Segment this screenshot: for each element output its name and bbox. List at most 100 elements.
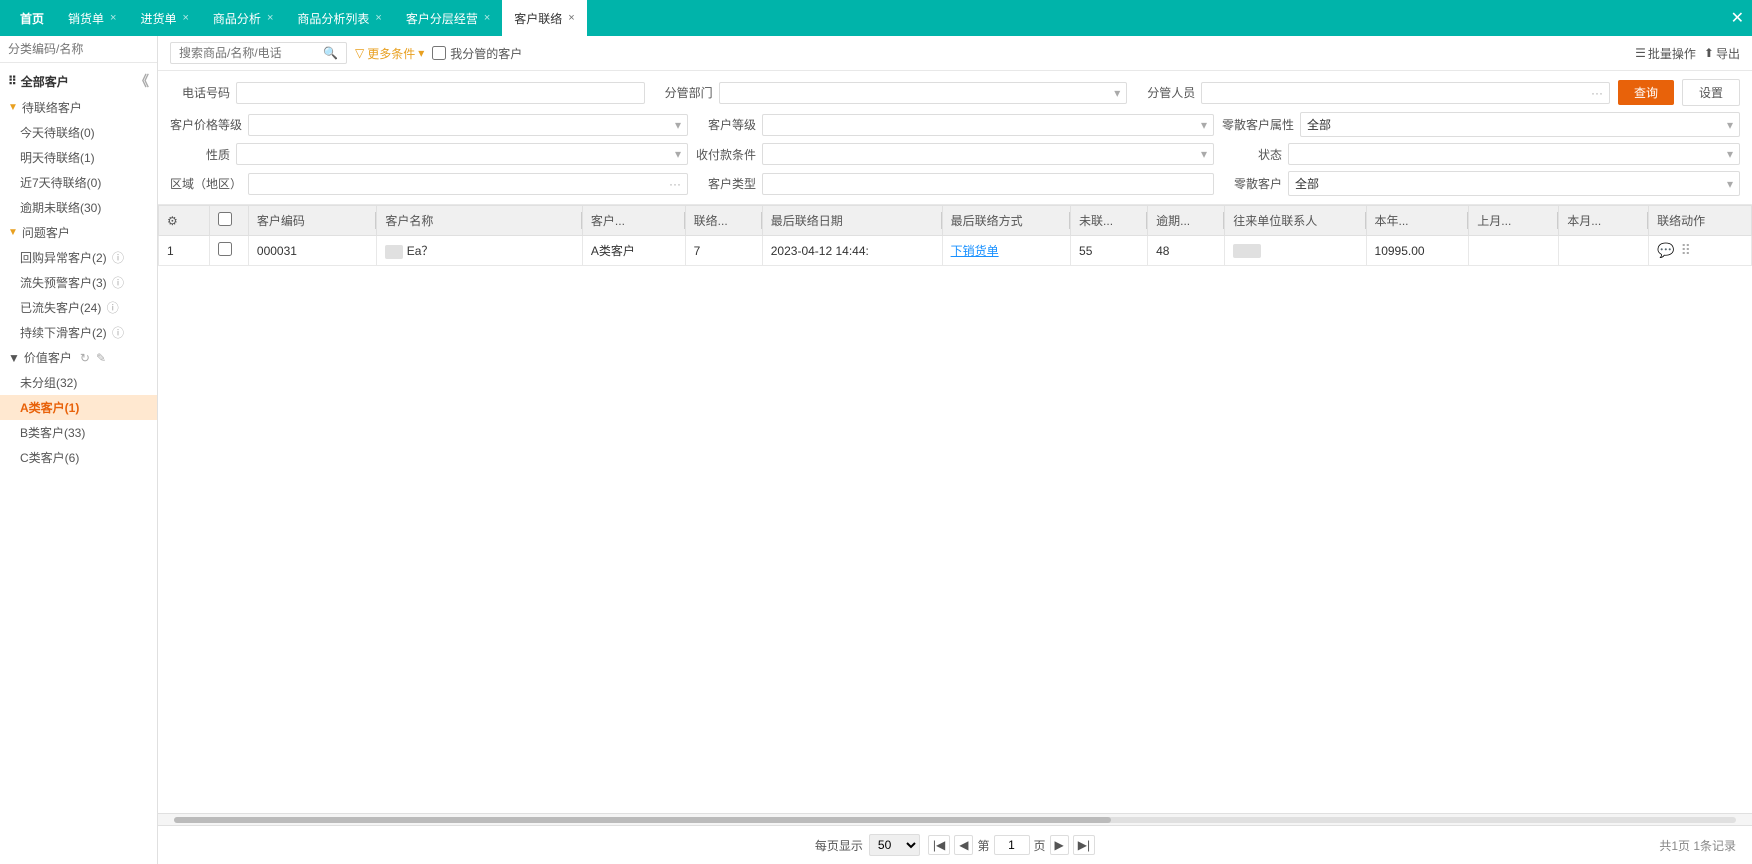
close-sales-tab[interactable]: × bbox=[110, 12, 116, 24]
query-button[interactable]: 查询 bbox=[1618, 80, 1674, 105]
region-select[interactable]: ··· bbox=[248, 173, 688, 195]
table-settings-icon[interactable]: ⚙ bbox=[167, 214, 178, 228]
sidebar-item-tomorrow-pending[interactable]: 明天待联络(1) bbox=[0, 145, 157, 170]
tab-customer-contact[interactable]: 客户联络 × bbox=[502, 0, 586, 36]
price-level-select[interactable]: ▾ bbox=[248, 114, 688, 136]
cell-checkbox bbox=[210, 236, 249, 266]
customer-level-select[interactable]: ▾ bbox=[762, 114, 1214, 136]
main-layout: 🔍 ⠿ 全部客户 《 ▼ 待联络客户 今天待联络(0) 明天待联络(1) 近7天… bbox=[0, 36, 1752, 864]
cell-overdue: 48 bbox=[1148, 236, 1225, 266]
per-page-control: 每页显示 50 100 200 bbox=[815, 834, 920, 856]
phone-input[interactable] bbox=[236, 82, 645, 104]
close-customer-contact-tab[interactable]: × bbox=[568, 12, 574, 24]
retail-customer-select[interactable]: 全部▾ bbox=[1288, 171, 1740, 196]
tab-sales[interactable]: 销货单 × bbox=[56, 0, 128, 36]
batch-action-button[interactable]: ☰ 批量操作 bbox=[1635, 45, 1696, 62]
sidebar-item-today-pending[interactable]: 今天待联络(0) bbox=[0, 120, 157, 145]
filter-icon: ▽ bbox=[355, 46, 364, 60]
sidebar-item-churned[interactable]: 已流失客户(24) ⓘ bbox=[0, 295, 157, 320]
edit-icon[interactable]: ✎ bbox=[96, 351, 106, 365]
info-icon: ⓘ bbox=[112, 276, 124, 290]
main-search-input[interactable] bbox=[179, 46, 319, 60]
field-region: 区域（地区） ··· bbox=[170, 173, 688, 195]
cell-index: 1 bbox=[159, 236, 210, 266]
retail-attr-select[interactable]: 全部▾ bbox=[1300, 112, 1740, 137]
sidebar-item-a-class[interactable]: A类客户(1) bbox=[0, 395, 157, 420]
tab-analysis-list[interactable]: 商品分析列表 × bbox=[285, 0, 393, 36]
close-customer-tier-tab[interactable]: × bbox=[484, 12, 490, 24]
page-number-input[interactable] bbox=[994, 835, 1030, 855]
page-suffix-label: 页 bbox=[1034, 837, 1046, 854]
sidebar-item-repurchase-anomaly[interactable]: 回购异常客户(2) ⓘ bbox=[0, 245, 157, 270]
sidebar-item-c-class[interactable]: C类客户(6) bbox=[0, 445, 157, 470]
sidebar-problem-section[interactable]: ▼ 问题客户 bbox=[0, 220, 157, 245]
customer-type-input[interactable] bbox=[762, 173, 1214, 195]
main-search-icon[interactable]: 🔍 bbox=[323, 46, 338, 60]
my-customers-check[interactable] bbox=[432, 46, 446, 60]
select-all-checkbox[interactable] bbox=[218, 212, 232, 226]
nature-label: 性质 bbox=[170, 146, 230, 163]
contact-person-badge bbox=[1233, 244, 1261, 258]
row-checkbox[interactable] bbox=[218, 242, 232, 256]
close-analysis-tab[interactable]: × bbox=[267, 12, 273, 24]
nature-select[interactable]: ▾ bbox=[236, 143, 688, 165]
retail-customer-label: 零散客户 bbox=[1222, 175, 1282, 192]
horizontal-scrollbar bbox=[158, 813, 1752, 825]
sidebar-all-customers[interactable]: ⠿ 全部客户 《 bbox=[0, 63, 157, 95]
field-retail-attr: 零散客户属性 全部▾ bbox=[1222, 112, 1740, 137]
field-dept: 分管部门 ▾ bbox=[653, 82, 1128, 104]
close-window-icon[interactable]: ✕ bbox=[1731, 8, 1744, 28]
field-retail-customer: 零散客户 全部▾ bbox=[1222, 171, 1740, 196]
sidebar-item-ungrouped[interactable]: 未分组(32) bbox=[0, 370, 157, 395]
sidebar-item-overdue-pending[interactable]: 逾期未联络(30) bbox=[0, 195, 157, 220]
scrollbar-thumb[interactable] bbox=[174, 817, 1111, 823]
next-page-button[interactable]: ▶ bbox=[1050, 835, 1069, 855]
prev-page-button[interactable]: ◀ bbox=[954, 835, 973, 855]
first-page-button[interactable]: |◀ bbox=[928, 835, 950, 855]
main-content: 🔍 ▽ 更多条件 ▾ 我分管的客户 ☰ 批量操作 ⬆ 导出 bbox=[158, 36, 1752, 864]
col-no-contact: 未联... bbox=[1071, 206, 1148, 236]
sidebar-search-input[interactable] bbox=[8, 42, 163, 56]
col-last-month: 上月... bbox=[1469, 206, 1559, 236]
sidebar-value-section[interactable]: ▼ 价值客户 ↻ ✎ bbox=[0, 345, 157, 370]
cell-last-method[interactable]: 下销货单 bbox=[942, 236, 1070, 266]
close-analysis-list-tab[interactable]: × bbox=[375, 12, 381, 24]
total-label: 共1页 1条记录 bbox=[1659, 837, 1736, 854]
search-box: 🔍 bbox=[170, 42, 347, 64]
tab-home[interactable]: 首页 bbox=[8, 0, 56, 36]
refresh-icon[interactable]: ↻ bbox=[80, 351, 90, 365]
manager-select[interactable]: ··· bbox=[1201, 82, 1610, 104]
export-button[interactable]: ⬆ 导出 bbox=[1704, 45, 1740, 62]
sidebar: 🔍 ⠿ 全部客户 《 ▼ 待联络客户 今天待联络(0) 明天待联络(1) 近7天… bbox=[0, 36, 158, 864]
status-select[interactable]: ▾ bbox=[1288, 143, 1740, 165]
payment-label: 收付款条件 bbox=[696, 146, 756, 163]
sidebar-item-b-class[interactable]: B类客户(33) bbox=[0, 420, 157, 445]
payment-select[interactable]: ▾ bbox=[762, 143, 1214, 165]
sidebar-collapse-icon[interactable]: 《 bbox=[135, 71, 149, 91]
last-page-button[interactable]: ▶| bbox=[1073, 835, 1095, 855]
more-filters-button[interactable]: ▽ 更多条件 ▾ bbox=[355, 45, 424, 62]
per-page-select[interactable]: 50 100 200 bbox=[869, 834, 920, 856]
col-action: 联络动作 bbox=[1649, 206, 1752, 236]
dept-select[interactable]: ▾ bbox=[719, 82, 1128, 104]
setting-button[interactable]: 设置 bbox=[1682, 79, 1740, 106]
last-contact-link[interactable]: 下销货单 bbox=[951, 244, 999, 258]
contact-icon[interactable]: 💬 bbox=[1657, 242, 1674, 259]
sidebar-item-churn-warning[interactable]: 流失预警客户(3) ⓘ bbox=[0, 270, 157, 295]
row-action-buttons: 💬 ⠿ bbox=[1657, 242, 1743, 259]
cell-last-month bbox=[1469, 236, 1559, 266]
sidebar-item-declining[interactable]: 持续下滑客户(2) ⓘ bbox=[0, 320, 157, 345]
sidebar-pending-section[interactable]: ▼ 待联络客户 bbox=[0, 95, 157, 120]
tab-customer-tier[interactable]: 客户分层经营 × bbox=[394, 0, 502, 36]
tab-analysis[interactable]: 商品分析 × bbox=[201, 0, 285, 36]
sidebar-item-7days-pending[interactable]: 近7天待联络(0) bbox=[0, 170, 157, 195]
my-customers-checkbox[interactable]: 我分管的客户 bbox=[432, 45, 522, 62]
link-icon[interactable]: ⠿ bbox=[1681, 242, 1691, 259]
problem-arrow-icon: ▼ bbox=[8, 227, 18, 238]
field-nature: 性质 ▾ bbox=[170, 143, 688, 165]
tab-purchase[interactable]: 进货单 × bbox=[128, 0, 200, 36]
col-this-year: 本年... bbox=[1366, 206, 1469, 236]
close-purchase-tab[interactable]: × bbox=[182, 12, 188, 24]
col-type: 客户... bbox=[582, 206, 685, 236]
cell-this-year: 10995.00 bbox=[1366, 236, 1469, 266]
